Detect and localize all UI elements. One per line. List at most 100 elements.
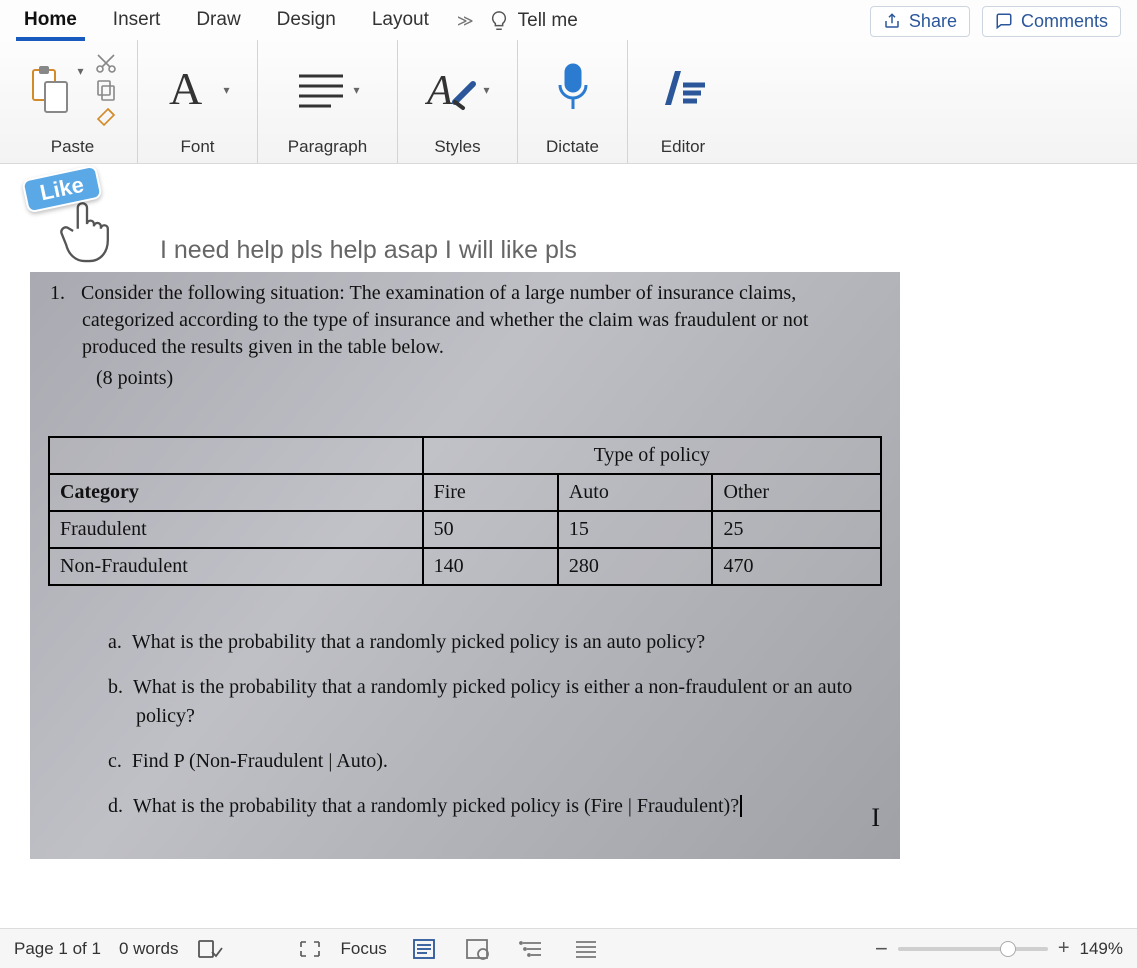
share-label: Share	[909, 11, 957, 32]
sub-b-text: What is the probability that a randomly …	[133, 676, 852, 727]
table-row: Fraudulent 50 15 25	[49, 511, 881, 548]
question-line-1: Consider the following situation: The ex…	[81, 282, 796, 304]
svg-text:A: A	[169, 64, 202, 114]
table-col-other: Other	[712, 474, 881, 511]
zoom-slider-thumb[interactable]	[1000, 941, 1016, 957]
group-font: A ▾ Font	[138, 40, 258, 163]
question-number: 1.	[50, 280, 76, 307]
tabs-overflow-icon[interactable]: ≫	[447, 5, 484, 37]
cut-icon[interactable]	[94, 51, 118, 75]
sub-c-label: c.	[108, 750, 122, 772]
table-row-header: Category	[49, 474, 423, 511]
dictate-button[interactable]	[553, 61, 593, 118]
table-title: Type of policy	[423, 437, 881, 474]
cell: 50	[423, 511, 558, 548]
ribbon-tabs: Home Insert Draw Design Layout ≫ Tell me…	[0, 0, 1137, 38]
font-icon: A	[165, 64, 217, 116]
row-label: Non-Fraudulent	[49, 548, 423, 585]
paragraph-dropdown[interactable]: ▾	[295, 70, 359, 110]
share-button[interactable]: Share	[870, 6, 970, 37]
editor-button[interactable]	[657, 61, 709, 118]
policy-table: Type of policy Category Fire Auto Other …	[48, 436, 882, 586]
cell: 15	[558, 511, 713, 548]
group-dictate-label: Dictate	[546, 137, 599, 157]
paste-icon	[27, 64, 73, 116]
question-points: (8 points)	[48, 367, 882, 390]
zoom-out-button[interactable]: −	[875, 936, 888, 962]
group-styles-label: Styles	[434, 137, 480, 157]
editor-pen-icon	[657, 61, 709, 113]
status-words[interactable]: 0 words	[119, 939, 179, 959]
sub-d-text: What is the probability that a randomly …	[133, 795, 739, 817]
cell: 280	[558, 548, 713, 585]
zoom-level[interactable]: 149%	[1080, 939, 1123, 959]
share-icon	[883, 12, 901, 30]
question-line-2: categorized according to the type of ins…	[50, 307, 808, 334]
cell: 470	[712, 548, 881, 585]
ibeam-cursor-icon: I	[871, 803, 880, 833]
zoom-in-button[interactable]: +	[1058, 937, 1070, 960]
lightbulb-icon	[488, 10, 510, 32]
tab-design[interactable]: Design	[259, 3, 354, 39]
sub-d-label: d.	[108, 795, 123, 817]
question-prompt: 1. Consider the following situation: The…	[48, 272, 882, 365]
paragraph-lines-icon	[295, 70, 347, 110]
group-styles: A ▾ Styles	[398, 40, 518, 163]
group-font-label: Font	[180, 137, 214, 157]
group-paragraph-label: Paragraph	[288, 137, 367, 157]
focus-mode-icon[interactable]	[299, 940, 321, 958]
status-bar: Page 1 of 1 0 words Focus	[0, 928, 1137, 968]
styles-icon: A	[425, 64, 477, 116]
copy-icon[interactable]	[94, 78, 118, 102]
question-heading: I need help pls help asap I will like pl…	[160, 236, 577, 265]
group-paragraph: ▾ Paragraph	[258, 40, 398, 163]
question-line-3: produced the results given in the table …	[50, 334, 444, 361]
status-focus-label[interactable]: Focus	[341, 939, 387, 959]
comments-icon	[995, 12, 1013, 30]
font-dropdown[interactable]: A ▾	[165, 64, 229, 116]
table-col-auto: Auto	[558, 474, 713, 511]
row-label: Fraudulent	[49, 511, 423, 548]
chevron-down-icon: ▾	[483, 83, 489, 97]
view-draft-icon[interactable]	[569, 936, 603, 962]
tab-layout[interactable]: Layout	[354, 3, 447, 39]
group-dictate: Dictate	[518, 40, 628, 163]
view-outline-icon[interactable]	[515, 936, 549, 962]
group-editor: Editor	[628, 40, 738, 163]
format-painter-icon[interactable]	[94, 105, 118, 129]
status-page[interactable]: Page 1 of 1	[14, 939, 101, 959]
sub-b-label: b.	[108, 676, 123, 698]
document-canvas[interactable]: Like I need help pls help asap I will li…	[0, 164, 1137, 928]
table-col-fire: Fire	[423, 474, 558, 511]
tell-me-search[interactable]: Tell me	[488, 10, 578, 32]
zoom-slider[interactable]	[898, 947, 1048, 951]
comments-label: Comments	[1021, 11, 1108, 32]
embedded-question-image: 1. Consider the following situation: The…	[30, 272, 900, 859]
group-clipboard-label: Paste	[51, 137, 94, 157]
sub-a-text: What is the probability that a randomly …	[132, 631, 705, 653]
chevron-down-icon: ▾	[223, 83, 229, 97]
ribbon-toolbar: ▾	[0, 38, 1137, 164]
paste-button[interactable]: ▾	[27, 64, 83, 116]
tab-insert[interactable]: Insert	[95, 3, 179, 39]
chevron-down-icon: ▾	[77, 64, 83, 78]
group-clipboard: ▾	[8, 40, 138, 163]
styles-dropdown[interactable]: A ▾	[425, 64, 489, 116]
microphone-icon	[553, 61, 593, 113]
svg-text:A: A	[425, 68, 453, 114]
table-row: Non-Fraudulent 140 280 470	[49, 548, 881, 585]
chevron-down-icon: ▾	[353, 83, 359, 97]
sub-a-label: a.	[108, 631, 122, 653]
tell-me-label: Tell me	[518, 10, 578, 32]
cell: 140	[423, 548, 558, 585]
view-web-layout-icon[interactable]	[461, 936, 495, 962]
sub-c-text: Find P (Non-Fraudulent | Auto).	[132, 750, 388, 772]
spellcheck-icon[interactable]	[197, 938, 223, 960]
cell: 25	[712, 511, 881, 548]
tab-draw[interactable]: Draw	[178, 3, 258, 39]
comments-button[interactable]: Comments	[982, 6, 1121, 37]
sub-questions: a. What is the probability that a random…	[48, 628, 882, 821]
view-print-layout-icon[interactable]	[407, 936, 441, 962]
tab-home[interactable]: Home	[6, 3, 95, 39]
text-caret	[740, 795, 742, 817]
